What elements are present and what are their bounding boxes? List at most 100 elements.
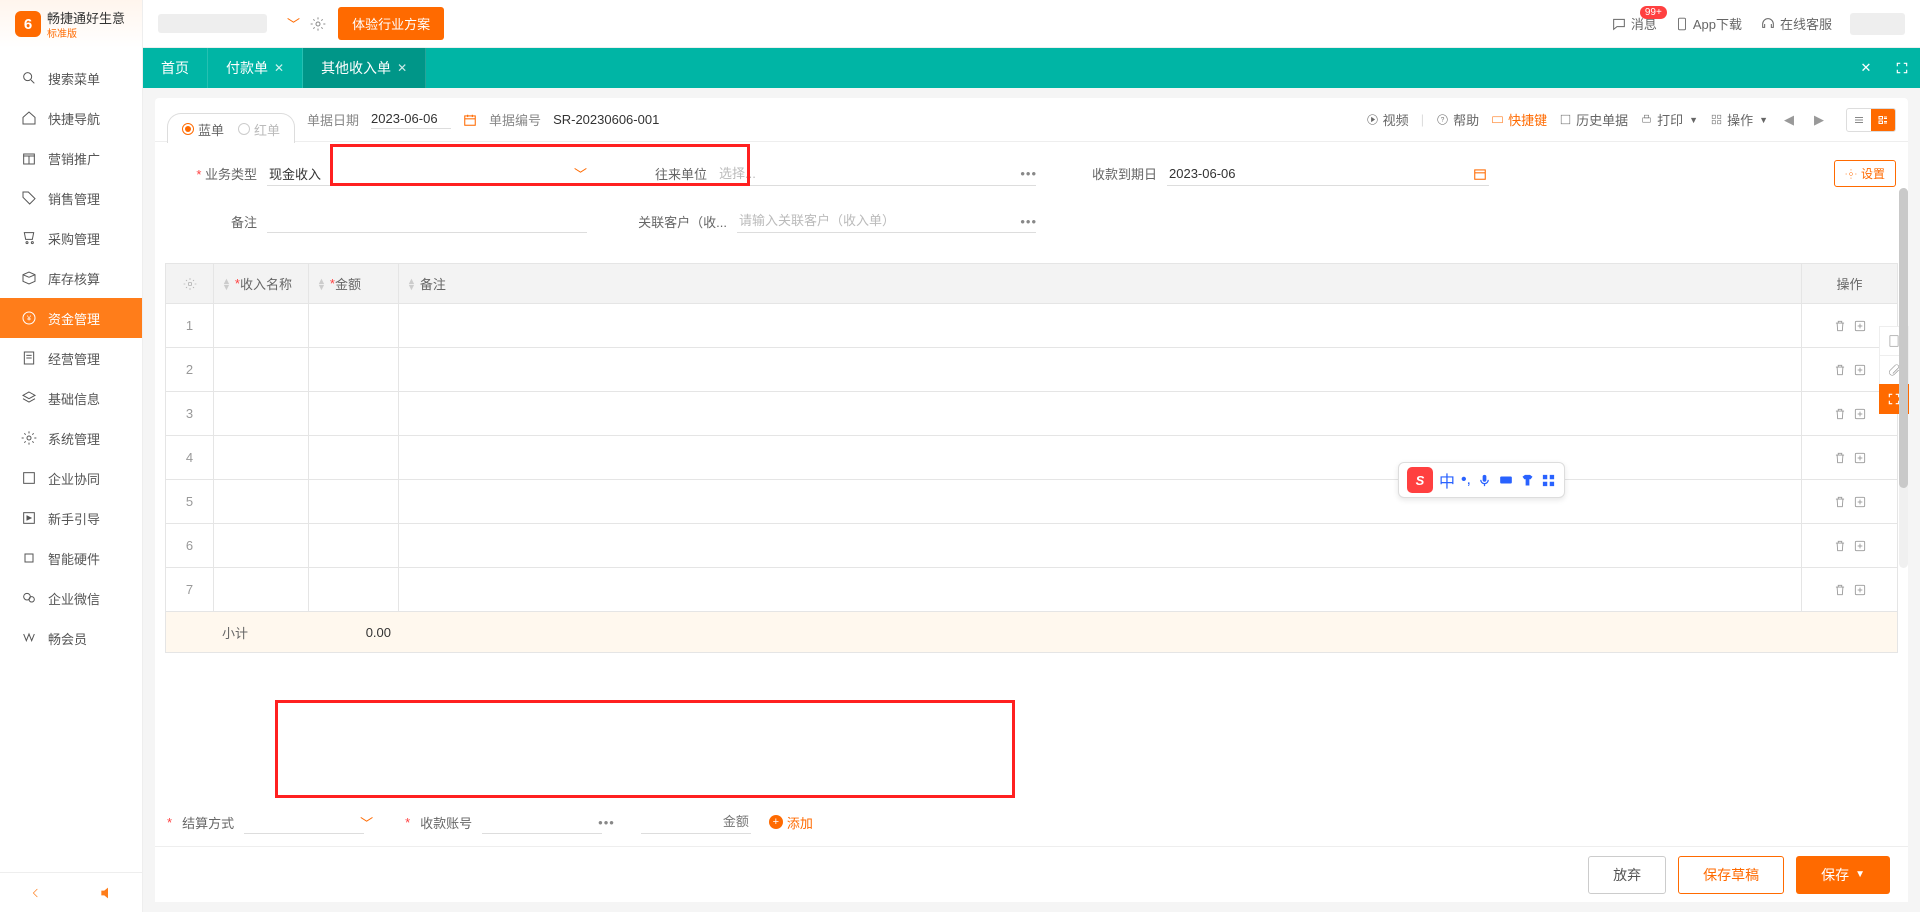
nav-quick[interactable]: 快捷导航 — [0, 98, 142, 138]
help-button[interactable]: ?帮助 — [1436, 110, 1479, 129]
cell-amount[interactable] — [309, 480, 399, 523]
calendar-icon[interactable] — [463, 113, 477, 127]
table-row[interactable]: 1 — [166, 304, 1897, 348]
nav-purchase[interactable]: 采购管理 — [0, 218, 142, 258]
close-all-tabs[interactable]: ✕ — [1848, 48, 1884, 88]
nav-wecom[interactable]: 企业微信 — [0, 578, 142, 618]
add-row-icon[interactable] — [1853, 451, 1867, 465]
delete-row-icon[interactable] — [1833, 319, 1847, 333]
more-icon[interactable]: ••• — [598, 815, 615, 830]
settings-button[interactable]: 设置 — [1834, 160, 1896, 187]
cell-remark[interactable] — [399, 524, 1802, 567]
close-icon[interactable]: ✕ — [397, 61, 407, 75]
video-help[interactable]: 视频 — [1366, 110, 1409, 129]
nav-operation[interactable]: 经营管理 — [0, 338, 142, 378]
settle-method-input[interactable] — [244, 810, 364, 834]
cell-income-name[interactable] — [214, 524, 309, 567]
prev-doc[interactable]: ◀ — [1780, 112, 1798, 128]
settings-icon[interactable] — [310, 16, 326, 32]
table-row[interactable]: 3 — [166, 392, 1897, 436]
scrollbar[interactable] — [1899, 188, 1908, 568]
company-selector[interactable]: hidden ﹀ — [158, 14, 338, 33]
delete-row-icon[interactable] — [1833, 495, 1847, 509]
nav-marketing[interactable]: 营销推广 — [0, 138, 142, 178]
cell-amount[interactable] — [309, 304, 399, 347]
nav-funds[interactable]: ¥资金管理 — [0, 298, 142, 338]
print-button[interactable]: 打印▼ — [1640, 110, 1698, 129]
sound-icon[interactable] — [99, 885, 115, 901]
date-value[interactable]: 2023-06-06 — [371, 111, 451, 129]
remark-input[interactable] — [267, 209, 587, 233]
cell-income-name[interactable] — [214, 392, 309, 435]
nav-inventory[interactable]: 库存核算 — [0, 258, 142, 298]
settle-account-input[interactable] — [482, 810, 602, 834]
messages-button[interactable]: 消息 99+ — [1611, 14, 1657, 33]
nav-basic[interactable]: 基础信息 — [0, 378, 142, 418]
cell-remark[interactable] — [399, 304, 1802, 347]
collapse-icon[interactable] — [28, 885, 44, 901]
add-row-icon[interactable] — [1853, 539, 1867, 553]
delete-row-icon[interactable] — [1833, 451, 1847, 465]
ime-punct-icon[interactable]: •, — [1461, 471, 1471, 489]
history-button[interactable]: 历史单据 — [1559, 110, 1628, 129]
nav-guide[interactable]: 新手引导 — [0, 498, 142, 538]
table-row[interactable]: 2 — [166, 348, 1897, 392]
app-download-button[interactable]: App下载 — [1675, 14, 1742, 33]
ime-skin-icon[interactable] — [1520, 473, 1535, 488]
table-row[interactable]: 7 — [166, 568, 1897, 612]
cell-remark[interactable] — [399, 392, 1802, 435]
tab-other-income[interactable]: 其他收入单✕ — [303, 48, 426, 88]
party-input[interactable] — [717, 162, 1036, 186]
cell-amount[interactable] — [309, 524, 399, 567]
tab-home[interactable]: 首页 — [143, 48, 208, 88]
delete-row-icon[interactable] — [1833, 363, 1847, 377]
cell-amount[interactable] — [309, 348, 399, 391]
add-row-icon[interactable] — [1853, 583, 1867, 597]
cell-income-name[interactable] — [214, 304, 309, 347]
operate-button[interactable]: 操作▼ — [1710, 110, 1768, 129]
ime-mic-icon[interactable] — [1477, 473, 1492, 488]
add-row-icon[interactable] — [1853, 319, 1867, 333]
col-settings[interactable] — [166, 264, 214, 303]
radio-blue[interactable]: 蓝单 — [182, 120, 224, 139]
tab-payment[interactable]: 付款单✕ — [208, 48, 303, 88]
shortcut-button[interactable]: 快捷键 — [1491, 110, 1547, 129]
cell-income-name[interactable] — [214, 348, 309, 391]
nav-collab[interactable]: 企业协同 — [0, 458, 142, 498]
cell-amount[interactable] — [309, 568, 399, 611]
chevron-down-icon[interactable]: ﹀ — [360, 813, 373, 832]
more-icon[interactable]: ••• — [1020, 214, 1037, 229]
delete-row-icon[interactable] — [1833, 539, 1847, 553]
save-draft-button[interactable]: 保存草稿 — [1678, 856, 1784, 894]
add-row-icon[interactable] — [1853, 495, 1867, 509]
more-icon[interactable]: ••• — [1020, 166, 1037, 181]
table-row[interactable]: 5 — [166, 480, 1897, 524]
online-service-button[interactable]: 在线客服 — [1760, 14, 1832, 33]
nav-search-menu[interactable]: 搜索菜单 — [0, 58, 142, 98]
chevron-down-icon[interactable]: ﹀ — [574, 164, 587, 183]
cell-income-name[interactable] — [214, 436, 309, 479]
ime-keyboard-icon[interactable] — [1498, 473, 1514, 487]
col-remark[interactable]: ▲▼备注 — [399, 264, 1802, 303]
nav-hardware[interactable]: 智能硬件 — [0, 538, 142, 578]
table-row[interactable]: 4 — [166, 436, 1897, 480]
close-icon[interactable]: ✕ — [274, 61, 284, 75]
due-input[interactable] — [1167, 162, 1489, 186]
cell-income-name[interactable] — [214, 568, 309, 611]
ime-lang[interactable]: 中 — [1439, 468, 1455, 492]
discard-button[interactable]: 放弃 — [1588, 856, 1666, 894]
add-row-icon[interactable] — [1853, 407, 1867, 421]
cell-amount[interactable] — [309, 436, 399, 479]
cell-remark[interactable] — [399, 480, 1802, 523]
col-income-name[interactable]: ▲▼*收入名称 — [214, 264, 309, 303]
trial-button[interactable]: 体验行业方案 — [338, 7, 444, 40]
cell-remark[interactable] — [399, 436, 1802, 479]
chevron-down-icon[interactable]: ﹀ — [287, 14, 300, 33]
settle-amount-input[interactable] — [641, 810, 751, 834]
add-settlement-button[interactable]: +添加 — [769, 813, 813, 832]
cell-amount[interactable] — [309, 392, 399, 435]
ime-tools-icon[interactable] — [1541, 473, 1556, 488]
cell-income-name[interactable] — [214, 480, 309, 523]
nav-member[interactable]: 畅会员 — [0, 618, 142, 658]
delete-row-icon[interactable] — [1833, 583, 1847, 597]
